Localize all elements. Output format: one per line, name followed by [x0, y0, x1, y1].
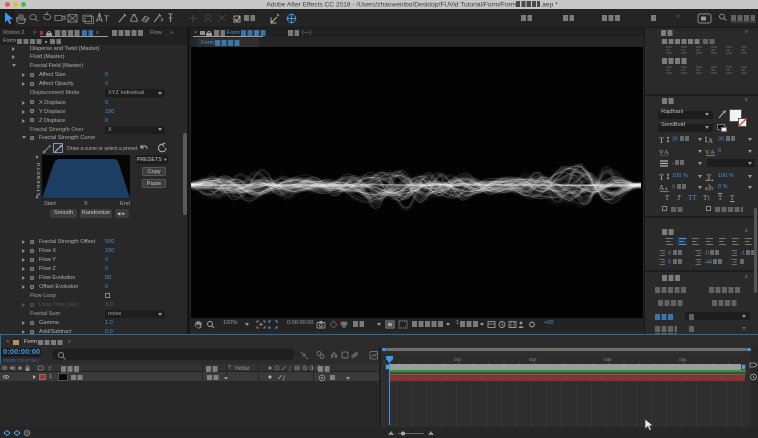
svg-text:b: b	[710, 186, 713, 192]
svg-text:01s: 01s	[454, 357, 462, 362]
svg-text:02s: 02s	[529, 357, 537, 362]
svg-text:T: T	[659, 136, 664, 144]
svg-text:03s: 03s	[604, 357, 612, 362]
svg-text:A: A	[659, 184, 664, 192]
svg-text:STRENGTH: STRENGTH	[36, 162, 41, 196]
svg-text:A: A	[708, 137, 713, 144]
svg-text:T: T	[659, 173, 664, 181]
svg-text:a: a	[705, 186, 708, 192]
svg-text:A: A	[664, 149, 669, 156]
svg-text:T: T	[104, 14, 109, 24]
svg-text:f: f	[283, 375, 286, 381]
svg-text:T: T	[707, 173, 712, 181]
svg-text:A: A	[710, 149, 715, 156]
svg-text:a: a	[665, 186, 668, 192]
svg-text:04s: 04s	[679, 357, 687, 362]
